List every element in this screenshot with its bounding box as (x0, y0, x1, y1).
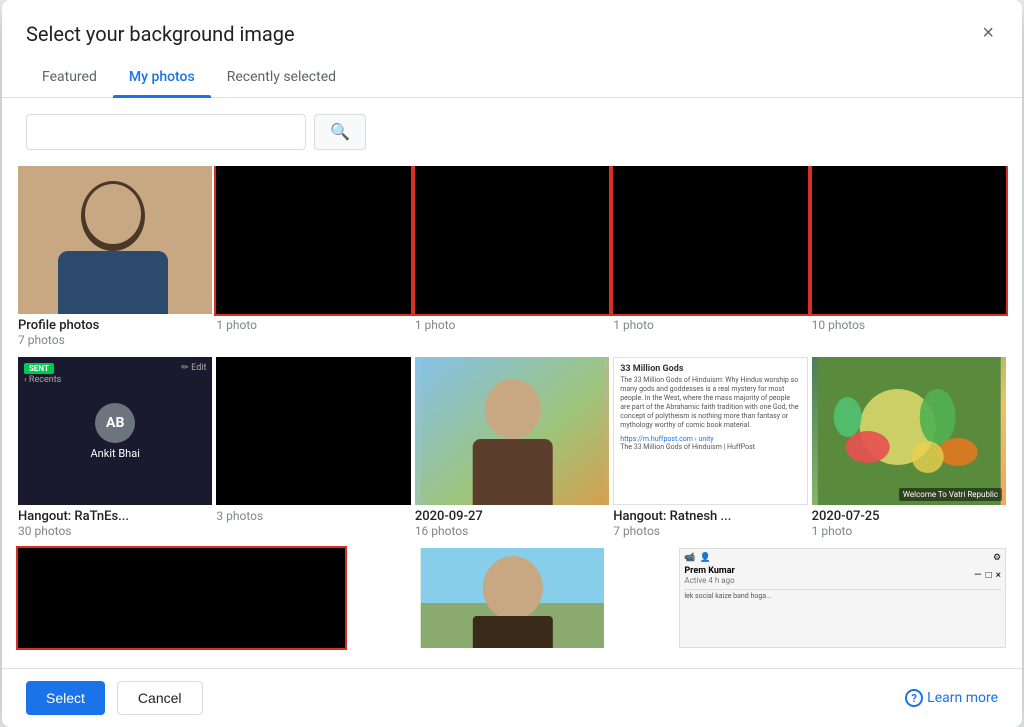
album-count: 1 photo (812, 524, 1006, 538)
learn-more-label: Learn more (927, 690, 998, 706)
dialog-title: Select your background image (26, 22, 295, 46)
album-count: 7 photos (18, 333, 212, 347)
help-icon: ? (905, 689, 923, 707)
album-count: 3 photos (216, 509, 410, 523)
album-thumbnail (216, 357, 410, 505)
background-image-dialog: Select your background image × Featured … (2, 0, 1022, 727)
search-icon: 🔍 (330, 122, 350, 142)
album-black-5[interactable]: 3 photos (216, 357, 410, 544)
album-black-partial[interactable] (18, 548, 345, 648)
profile-photo-thumbnail (18, 166, 212, 314)
album-black-3[interactable]: 1 photo (613, 166, 807, 353)
album-name: Profile photos (18, 318, 212, 333)
album-hangout[interactable]: SENT ✏ Edit ‹ Recents AB Ankit Bhai Hang… (18, 357, 212, 544)
gallery-row-2: SENT ✏ Edit ‹ Recents AB Ankit Bhai Hang… (18, 357, 1006, 544)
album-count: 10 photos (812, 318, 1006, 332)
close-button[interactable]: × (978, 18, 998, 49)
album-count: 1 photo (613, 318, 807, 332)
tab-recently-selected[interactable]: Recently selected (211, 57, 352, 97)
album-2020-09-27[interactable]: 2020-09-27 16 photos (415, 357, 609, 544)
search-input[interactable] (26, 114, 306, 150)
album-count: 30 photos (18, 524, 212, 538)
dialog-footer: Select Cancel ? Learn more (2, 668, 1022, 727)
tab-bar: Featured My photos Recently selected (2, 57, 1022, 98)
album-thumbnail (613, 166, 807, 314)
footer-actions: Select Cancel (26, 681, 203, 715)
search-bar: 🔍 (2, 98, 1022, 166)
tab-my-photos[interactable]: My photos (113, 57, 211, 97)
album-thumbnail (18, 548, 345, 648)
gallery-row-1: Profile photos 7 photos 1 photo (18, 166, 1006, 353)
chat-status: Active 4 h ago (684, 576, 734, 585)
select-button[interactable]: Select (26, 681, 105, 715)
album-black-1[interactable]: 1 photo (216, 166, 410, 353)
album-name: 2020-09-27 (415, 509, 609, 524)
dialog-header: Select your background image × (2, 0, 1022, 49)
album-2020-07-25[interactable]: Welcome To Vatri Republic 2020-07-25 1 p… (812, 357, 1006, 544)
chat-name: Prem Kumar (684, 566, 734, 576)
album-outdoor-partial[interactable] (349, 548, 676, 648)
hangout-thumbnail: SENT ✏ Edit ‹ Recents AB Ankit Bhai (18, 357, 212, 505)
album-black-4[interactable]: 10 photos (812, 166, 1006, 353)
hangout-avatar: AB (95, 403, 135, 443)
tab-featured[interactable]: Featured (26, 57, 113, 97)
learn-more-link[interactable]: ? Learn more (905, 689, 998, 707)
album-count: 1 photo (415, 318, 609, 332)
article-thumbnail: 33 Million Gods The 33 Million Gods of H… (613, 357, 807, 505)
album-profile-photos[interactable]: Profile photos 7 photos (18, 166, 212, 353)
album-black-2[interactable]: 1 photo (415, 166, 609, 353)
album-article[interactable]: 33 Million Gods The 33 Million Gods of H… (613, 357, 807, 544)
cancel-button[interactable]: Cancel (117, 681, 203, 715)
album-thumbnail (216, 166, 410, 314)
hangout-name: Ankit Bhai (91, 447, 140, 460)
album-name: 2020-07-25 (812, 509, 1006, 524)
article-body: The 33 Million Gods of Hinduism: Why Hin… (620, 376, 800, 431)
album-count: 1 photo (216, 318, 410, 332)
album-count: 7 photos (613, 524, 807, 538)
person-thumbnail (415, 357, 609, 505)
veggie-thumbnail: Welcome To Vatri Republic (812, 357, 1006, 505)
album-thumbnail (812, 166, 1006, 314)
album-chat-partial[interactable]: 📹 👤 ⚙ Prem Kumar Active 4 h ago —□ (679, 548, 1006, 648)
chat-thumbnail: 📹 👤 ⚙ Prem Kumar Active 4 h ago —□ (679, 548, 1006, 648)
album-name: Hangout: RaTnEs... (18, 509, 212, 524)
album-thumbnail (415, 166, 609, 314)
album-name: Hangout: Ratnesh ... (613, 509, 807, 524)
article-title: 33 Million Gods (620, 364, 800, 374)
gallery-row-3: 📹 👤 ⚙ Prem Kumar Active 4 h ago —□ (18, 548, 1006, 648)
album-count: 16 photos (415, 524, 609, 538)
search-button[interactable]: 🔍 (314, 114, 366, 150)
gallery: Profile photos 7 photos 1 photo (2, 166, 1022, 668)
outdoor-thumbnail (349, 548, 676, 648)
